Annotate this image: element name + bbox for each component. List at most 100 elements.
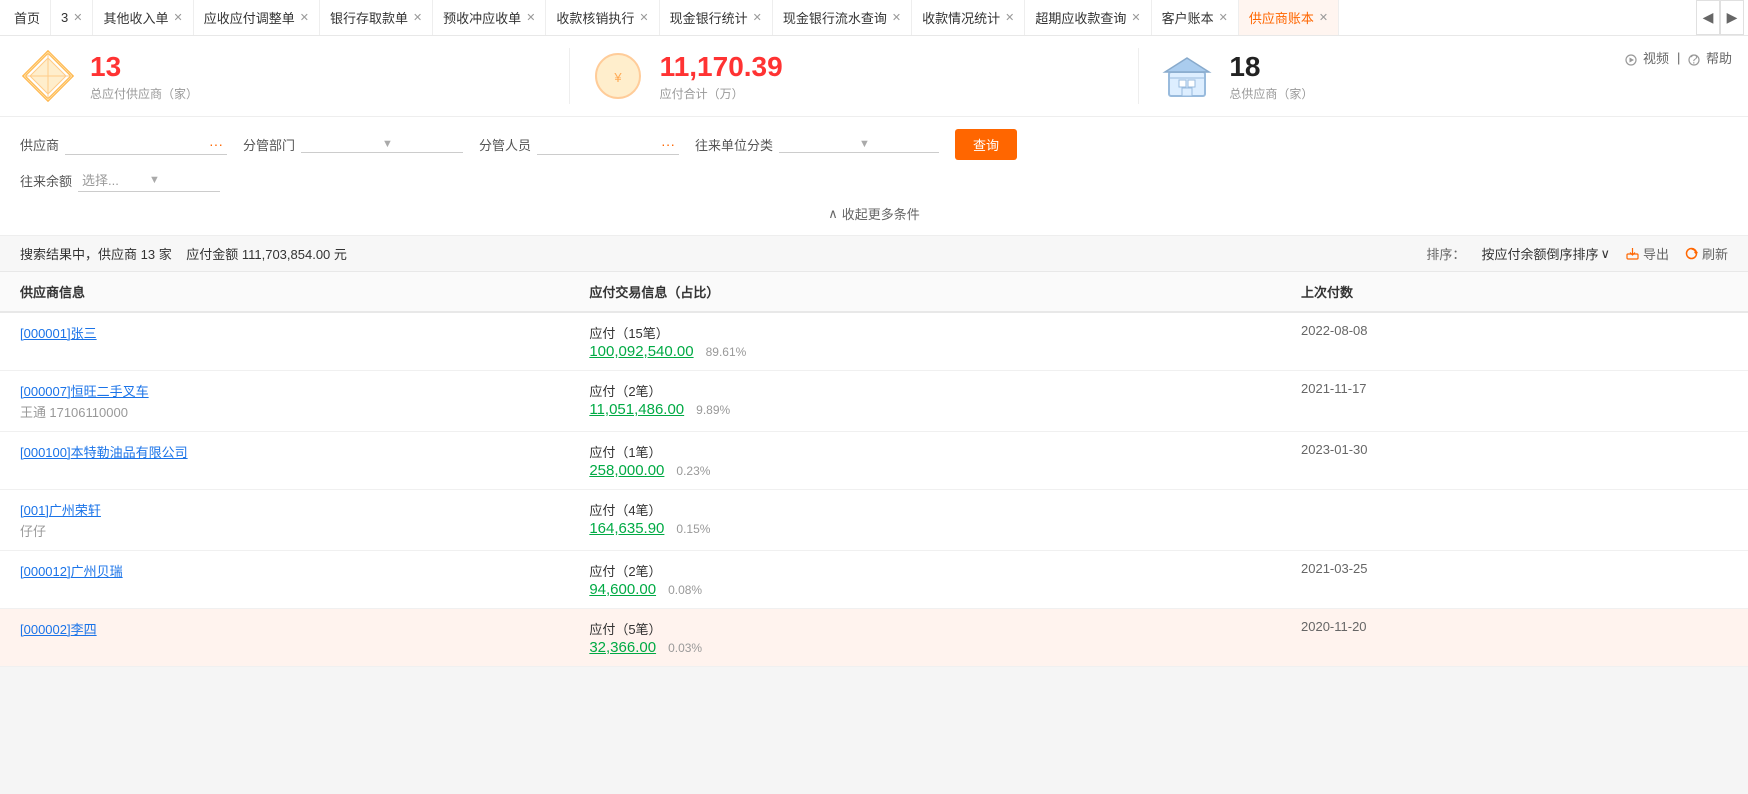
tab-3-close-icon[interactable]: ✕: [73, 11, 82, 24]
table-row-5[interactable]: [000012]广州贝瑞 应付（2笔） 94,600.00 0.08% 2021…: [0, 551, 1748, 609]
prepay-close-icon[interactable]: ✕: [526, 11, 535, 24]
refresh-icon: [1685, 247, 1698, 260]
nav-tab-payable-adjust[interactable]: 应收应付调整单 ✕: [194, 0, 320, 35]
row3-payable-col: 应付（1笔） 258,000.00 0.23%: [589, 442, 1301, 479]
bank-deposit-close-icon[interactable]: ✕: [413, 11, 422, 24]
supplier-input[interactable]: [69, 137, 209, 152]
top-right-links: 视频 | ? 帮助: [1625, 48, 1732, 67]
row4-supplier-link[interactable]: [001]广州荣轩: [20, 500, 589, 519]
nav-tab-prepay[interactable]: 预收冲应收单 ✕: [433, 0, 546, 35]
row5-payable-label: 应付（2笔）: [589, 561, 1301, 580]
person-dots-icon[interactable]: ···: [661, 136, 675, 152]
category-filter-label: 往来单位分类: [695, 135, 773, 154]
nav-tab-collection-stat[interactable]: 收款情况统计 ✕: [912, 0, 1025, 35]
top-navigation: 首页 3 ✕ 其他收入单 ✕ 应收应付调整单 ✕ 银行存取款单 ✕ 预收冲应收单…: [0, 0, 1748, 36]
dept-dropdown-icon: ▼: [382, 138, 459, 150]
payable-adjust-close-icon[interactable]: ✕: [300, 11, 309, 24]
row2-supplier-col: [000007]恒旺二手叉车 王通 17106110000: [20, 381, 589, 421]
customer-account-close-icon[interactable]: ✕: [1219, 11, 1228, 24]
results-info-middle: 家: [159, 247, 172, 262]
filter-dept: 分管部门 ▼: [243, 135, 463, 154]
other-income-close-icon[interactable]: ✕: [173, 11, 182, 24]
total-suppliers-number: 18: [1229, 50, 1313, 84]
nav-tab-collection-review[interactable]: 收款核销执行 ✕: [546, 0, 659, 35]
summary-card2-text: 11,170.39 应付合计（万）: [660, 50, 783, 103]
total-payable-suppliers-label: 总应付供应商（家）: [90, 85, 198, 102]
link-divider: |: [1677, 50, 1680, 65]
row5-payable-amount[interactable]: 94,600.00: [589, 581, 656, 598]
help-link[interactable]: ? 帮助: [1688, 48, 1732, 67]
table-row-2[interactable]: [000007]恒旺二手叉车 王通 17106110000 应付（2笔） 11,…: [0, 371, 1748, 432]
overdue-query-label: 超期应收款查询: [1035, 8, 1126, 27]
nav-tab-cash-bank-stat[interactable]: 现金银行统计 ✕: [660, 0, 773, 35]
nav-tab-cash-bank-flow[interactable]: 现金银行流水查询 ✕: [773, 0, 912, 35]
row5-supplier-link[interactable]: [000012]广州贝瑞: [20, 561, 589, 580]
nav-tab-3[interactable]: 3 ✕: [51, 0, 93, 35]
category-select[interactable]: ▼: [779, 136, 939, 153]
collapse-filters-button[interactable]: ∧ 收起更多条件: [816, 200, 932, 227]
query-button[interactable]: 查询: [955, 129, 1017, 160]
nav-tab-home[interactable]: 首页: [4, 0, 51, 35]
summary-card1-text: 13 总应付供应商（家）: [90, 50, 198, 103]
row2-supplier-link[interactable]: [000007]恒旺二手叉车: [20, 381, 589, 400]
balance-select[interactable]: 选择... ▼: [78, 168, 220, 192]
row6-payable-amount[interactable]: 32,366.00: [589, 639, 656, 656]
person-input[interactable]: [541, 137, 661, 152]
results-amount-prefix: 应付金额: [186, 247, 238, 262]
nav-tab-customer-account[interactable]: 客户账本 ✕: [1152, 0, 1239, 35]
results-bar: 搜索结果中，供应商 13 家 应付金额 111,703,854.00 元 排序：…: [0, 236, 1748, 272]
row3-payable-amount[interactable]: 258,000.00: [589, 462, 664, 479]
table-row-1[interactable]: [000001]张三 应付（15笔） 100,092,540.00 89.61%…: [0, 313, 1748, 371]
row6-supplier-col: [000002]李四: [20, 619, 589, 638]
person-input-wrap: ···: [537, 134, 679, 155]
nav-tab-overdue-query[interactable]: 超期应收款查询 ✕: [1025, 0, 1151, 35]
cash-bank-flow-close-icon[interactable]: ✕: [892, 11, 901, 24]
nav-tab-supplier-account[interactable]: 供应商账本 ✕: [1239, 0, 1339, 35]
prepay-label: 预收冲应收单: [443, 8, 521, 27]
overdue-query-close-icon[interactable]: ✕: [1131, 11, 1140, 24]
balance-select-value: 选择...: [82, 170, 149, 189]
store-icon: [1159, 48, 1215, 104]
table-header: 供应商信息 应付交易信息（占比） 上次付数: [0, 272, 1748, 313]
supplier-dots-icon[interactable]: ···: [209, 136, 223, 152]
category-dropdown-icon: ▼: [859, 138, 935, 150]
video-link[interactable]: 视频: [1625, 48, 1669, 67]
row1-payable-row: 100,092,540.00 89.61%: [589, 342, 1301, 360]
table-row-6[interactable]: [000002]李四 应付（5笔） 32,366.00 0.03% 2020-1…: [0, 609, 1748, 667]
table-row-3[interactable]: [000100]本特勒油品有限公司 应付（1笔） 258,000.00 0.23…: [0, 432, 1748, 490]
row2-payable-amount[interactable]: 11,051,486.00: [589, 401, 684, 418]
tab-3-label: 3: [61, 10, 68, 25]
results-supplier-count: 13: [141, 247, 155, 262]
row1-payable-amount[interactable]: 100,092,540.00: [589, 343, 693, 360]
row5-payable-percent: 0.08%: [668, 583, 702, 597]
dept-select[interactable]: ▼: [301, 136, 463, 153]
summary-card-payable-total: ¥ 11,170.39 应付合计（万）: [590, 48, 1140, 104]
nav-right-arrow[interactable]: ▶: [1720, 0, 1744, 35]
supplier-account-close-icon[interactable]: ✕: [1319, 11, 1328, 24]
refresh-button[interactable]: 刷新: [1685, 244, 1728, 263]
row6-payable-col: 应付（5笔） 32,366.00 0.03%: [589, 619, 1301, 656]
cash-bank-stat-close-icon[interactable]: ✕: [753, 11, 762, 24]
row6-supplier-link[interactable]: [000002]李四: [20, 619, 589, 638]
row1-supplier-link[interactable]: [000001]张三: [20, 323, 589, 342]
filter-category: 往来单位分类 ▼: [695, 135, 939, 154]
export-button[interactable]: 导出: [1626, 244, 1669, 263]
nav-left-arrow[interactable]: ◀: [1696, 0, 1720, 35]
total-payable-suppliers-number: 13: [90, 50, 198, 84]
row5-supplier-col: [000012]广州贝瑞: [20, 561, 589, 580]
payable-total-number: 11,170.39: [660, 50, 783, 84]
sort-value-text: 按应付余额倒序排序: [1481, 244, 1598, 263]
filter-area: 供应商 ··· 分管部门 ▼ 分管人员 ··· 往来单位分类: [0, 117, 1748, 236]
row3-supplier-link[interactable]: [000100]本特勒油品有限公司: [20, 442, 589, 461]
table-row-4[interactable]: [001]广州荣轩 仔仔 应付（4笔） 164,635.90 0.15%: [0, 490, 1748, 551]
collection-review-label: 收款核销执行: [556, 8, 634, 27]
nav-tab-other-income[interactable]: 其他收入单 ✕: [93, 0, 193, 35]
nav-tab-bank-deposit[interactable]: 银行存取款单 ✕: [320, 0, 433, 35]
cash-bank-flow-label: 现金银行流水查询: [783, 8, 887, 27]
sort-value-button[interactable]: 按应付余额倒序排序 ∨: [1481, 244, 1610, 263]
payable-adjust-label: 应收应付调整单: [204, 8, 295, 27]
collection-stat-close-icon[interactable]: ✕: [1005, 11, 1014, 24]
collection-review-close-icon[interactable]: ✕: [639, 11, 648, 24]
customer-account-label: 客户账本: [1162, 8, 1214, 27]
row4-payable-amount[interactable]: 164,635.90: [589, 520, 664, 537]
